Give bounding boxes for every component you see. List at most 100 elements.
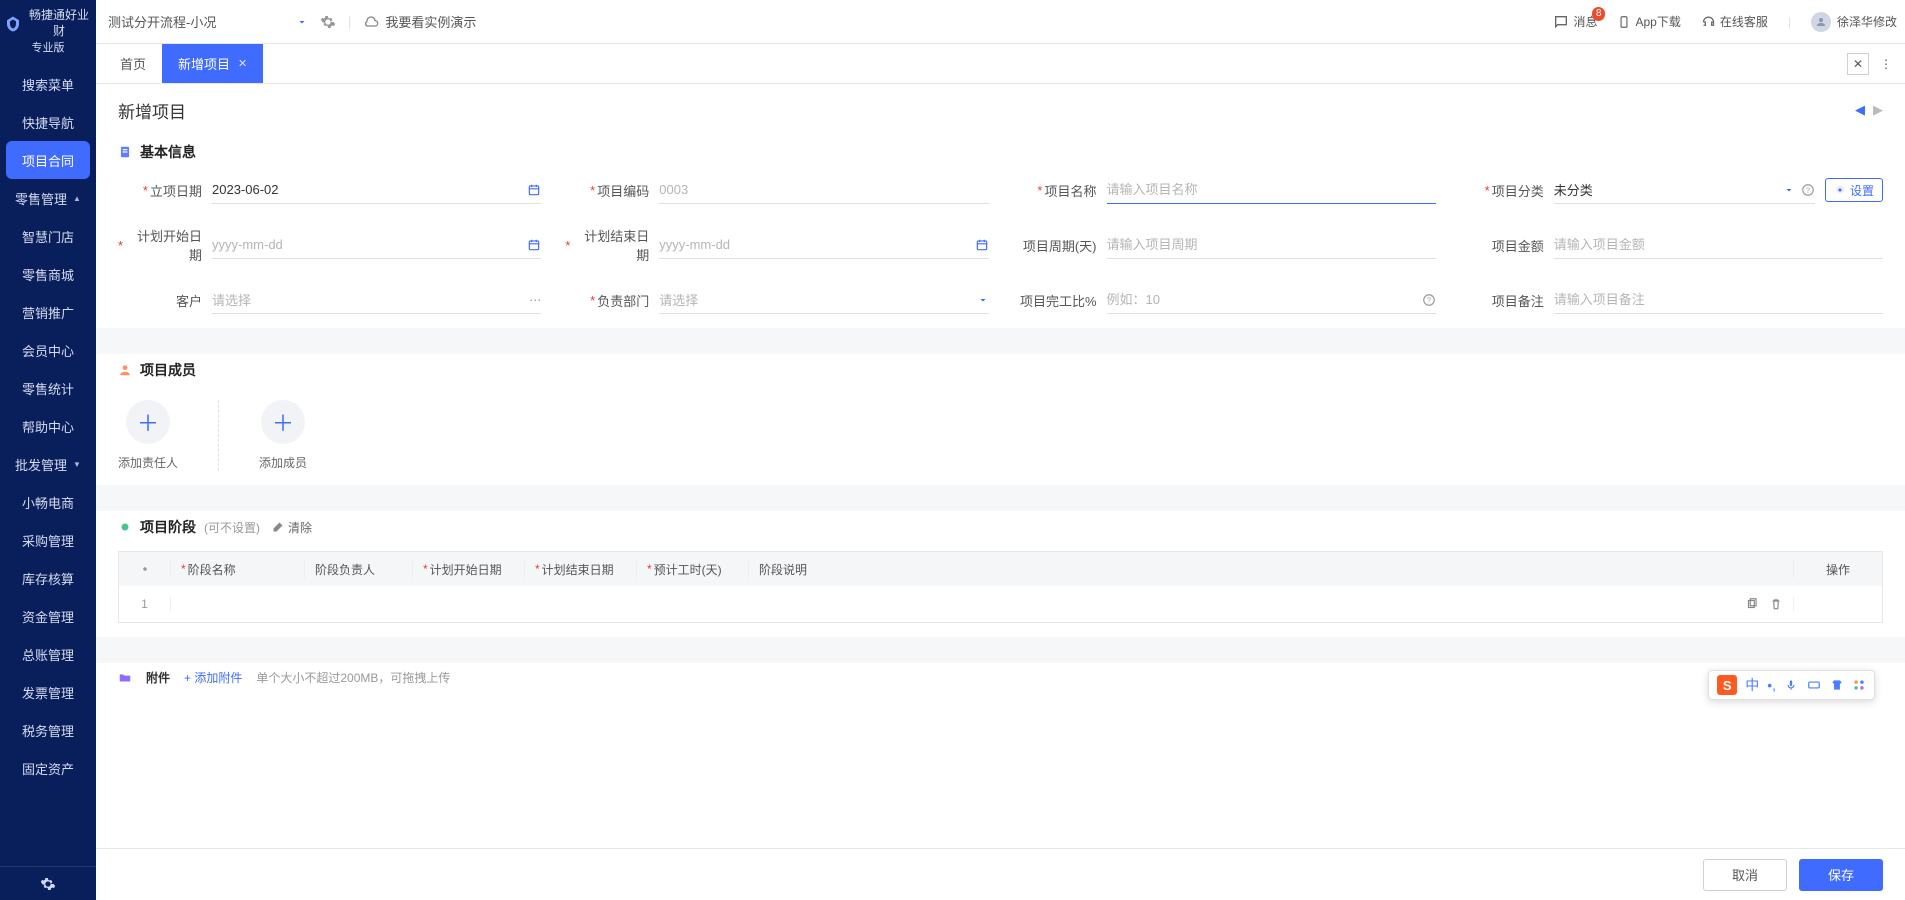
progress-input[interactable] [1107, 292, 1422, 307]
nav-purchase[interactable]: 采购管理 [0, 521, 96, 559]
workspace-name: 测试分开流程-小况 [108, 12, 216, 31]
nav-ledger[interactable]: 总账管理 [0, 635, 96, 673]
add-owner-label: 添加责任人 [118, 454, 178, 471]
amount-input[interactable] [1554, 237, 1883, 252]
nav-inventory[interactable]: 库存核算 [0, 559, 96, 597]
category-settings-button[interactable]: 设置 [1825, 178, 1883, 202]
row-copy-icon[interactable] [1745, 597, 1759, 611]
remark-input[interactable] [1554, 292, 1883, 307]
nav-invoice[interactable]: 发票管理 [0, 673, 96, 711]
sidebar-settings[interactable] [0, 866, 96, 900]
more-icon[interactable]: ⋯ [529, 293, 541, 307]
field-plan-start: *计划开始日期 [118, 226, 541, 264]
save-button[interactable]: 保存 [1799, 859, 1883, 891]
tabs: 首页 新增项目 ✕ ✕ ⋮ [96, 44, 1905, 84]
ime-toolbar[interactable]: S 中 •, [1708, 670, 1875, 700]
ime-skin-icon[interactable] [1830, 678, 1844, 692]
stage-desc-cell[interactable] [749, 597, 1794, 611]
page-title: 新增项目 [118, 98, 186, 123]
stage-header-gear[interactable] [119, 562, 171, 576]
nav-marketing[interactable]: 营销推广 [0, 293, 96, 331]
close-icon[interactable]: ✕ [238, 57, 247, 70]
section-basic: 基本信息 *立项日期 2023-06-02 *项目编码 [96, 136, 1905, 328]
nav-tax[interactable]: 税务管理 [0, 711, 96, 749]
sidebar: 畅捷通好业财 专业版 搜索菜单 快捷导航 项目合同 零售管理▲ 智慧门店 零售商… [0, 0, 96, 900]
add-member-button[interactable]: ＋ [261, 400, 305, 444]
app-download[interactable]: App下载 [1617, 13, 1680, 30]
code-input[interactable] [659, 182, 988, 197]
ime-lang[interactable]: 中 [1745, 675, 1759, 695]
nav-help[interactable]: 帮助中心 [0, 407, 96, 445]
sogou-logo-icon: S [1717, 675, 1737, 695]
pager-prev[interactable]: ◀ [1855, 102, 1865, 118]
brand-logo: 畅捷通好业财 专业版 [0, 0, 96, 65]
demo-link[interactable]: 我要看实例演示 [363, 12, 476, 31]
chevron-down-icon [296, 16, 308, 28]
topbar: 测试分开流程-小况 | 我要看实例演示 消息 8 App下载 [96, 0, 1905, 44]
plan-end-input[interactable] [659, 237, 974, 252]
info-icon [118, 145, 132, 159]
help-icon[interactable]: ? [1422, 293, 1436, 307]
ime-toolbox-icon[interactable] [1852, 678, 1866, 692]
avatar [1811, 12, 1831, 32]
brand-edition: 专业版 [4, 41, 92, 55]
ime-punct-icon[interactable]: •, [1767, 677, 1776, 693]
ime-voice-icon[interactable] [1784, 678, 1798, 692]
field-create-date: *立项日期 2023-06-02 [118, 176, 541, 204]
nav-wholesale[interactable]: 批发管理▼ [0, 445, 96, 483]
footer: 取消 保存 [96, 848, 1905, 900]
page-header: 新增项目 ◀ ▶ [96, 84, 1905, 136]
nav-finance[interactable]: 资金管理 [0, 597, 96, 635]
tab-new-project[interactable]: 新增项目 ✕ [162, 44, 263, 83]
field-code: *项目编码 [565, 176, 988, 204]
nav-project-contract[interactable]: 项目合同 [6, 141, 90, 179]
nav-ecommerce[interactable]: 小畅电商 [0, 483, 96, 521]
add-owner-button[interactable]: ＋ [126, 400, 170, 444]
attachment-tip: 单个大小不超过200MB，可拖拽上传 [256, 669, 450, 686]
row-delete-icon[interactable] [1769, 597, 1783, 611]
message-icon [1553, 14, 1569, 30]
user-menu[interactable]: 徐泽华修改 [1811, 12, 1897, 32]
nav-retail-mall[interactable]: 零售商城 [0, 255, 96, 293]
nav-smart-store[interactable]: 智慧门店 [0, 217, 96, 255]
tab-close-all[interactable]: ✕ [1847, 53, 1869, 75]
calendar-icon [975, 238, 989, 252]
field-amount: 项目金额 [1460, 226, 1883, 264]
nav-fixed-asset[interactable]: 固定资产 [0, 749, 96, 787]
messages-badge: 8 [1592, 7, 1606, 21]
nav-retail-stats[interactable]: 零售统计 [0, 369, 96, 407]
cancel-button[interactable]: 取消 [1703, 859, 1787, 891]
nav-retail-mgmt[interactable]: 零售管理▲ [0, 179, 96, 217]
workspace-settings[interactable] [320, 14, 336, 30]
help-icon[interactable]: ? [1801, 183, 1815, 197]
brand-icon [4, 15, 22, 33]
user-name: 徐泽华修改 [1837, 13, 1897, 30]
section-stages: 项目阶段 (可不设置) 清除 *阶段名称 阶段负责人 *计划开始日期 *计划结束… [96, 511, 1905, 637]
section-members: 项目成员 ＋ 添加责任人 ＋ 添加成员 [96, 354, 1905, 485]
online-service[interactable]: 在线客服 [1701, 13, 1768, 30]
period-input[interactable] [1107, 237, 1436, 252]
field-remark: 项目备注 [1460, 286, 1883, 314]
add-attachment[interactable]: + 添加附件 [184, 669, 242, 686]
workspace-selector[interactable]: 测试分开流程-小况 [108, 12, 308, 31]
tab-more[interactable]: ⋮ [1875, 53, 1897, 75]
field-dept: *负责部门 请选择 [565, 286, 988, 314]
person-icon [1815, 16, 1827, 28]
plan-start-input[interactable] [212, 237, 527, 252]
messages[interactable]: 消息 8 [1553, 13, 1597, 30]
nav-search[interactable]: 搜索菜单 [0, 65, 96, 103]
folder-icon [118, 671, 132, 685]
add-member-label: 添加成员 [259, 454, 307, 471]
clear-stages[interactable]: 清除 [272, 519, 312, 536]
svg-text:?: ? [1806, 187, 1810, 194]
brand-name: 畅捷通好业财 [26, 8, 92, 39]
chevron-down-icon [1783, 184, 1795, 196]
gear-icon [138, 562, 152, 576]
pager-next[interactable]: ▶ [1873, 102, 1883, 118]
name-input[interactable] [1107, 182, 1436, 197]
nav-quick[interactable]: 快捷导航 [0, 103, 96, 141]
nav-member[interactable]: 会员中心 [0, 331, 96, 369]
ime-keyboard-icon[interactable] [1806, 678, 1822, 692]
gear-icon [40, 876, 56, 892]
tab-home[interactable]: 首页 [104, 44, 162, 83]
